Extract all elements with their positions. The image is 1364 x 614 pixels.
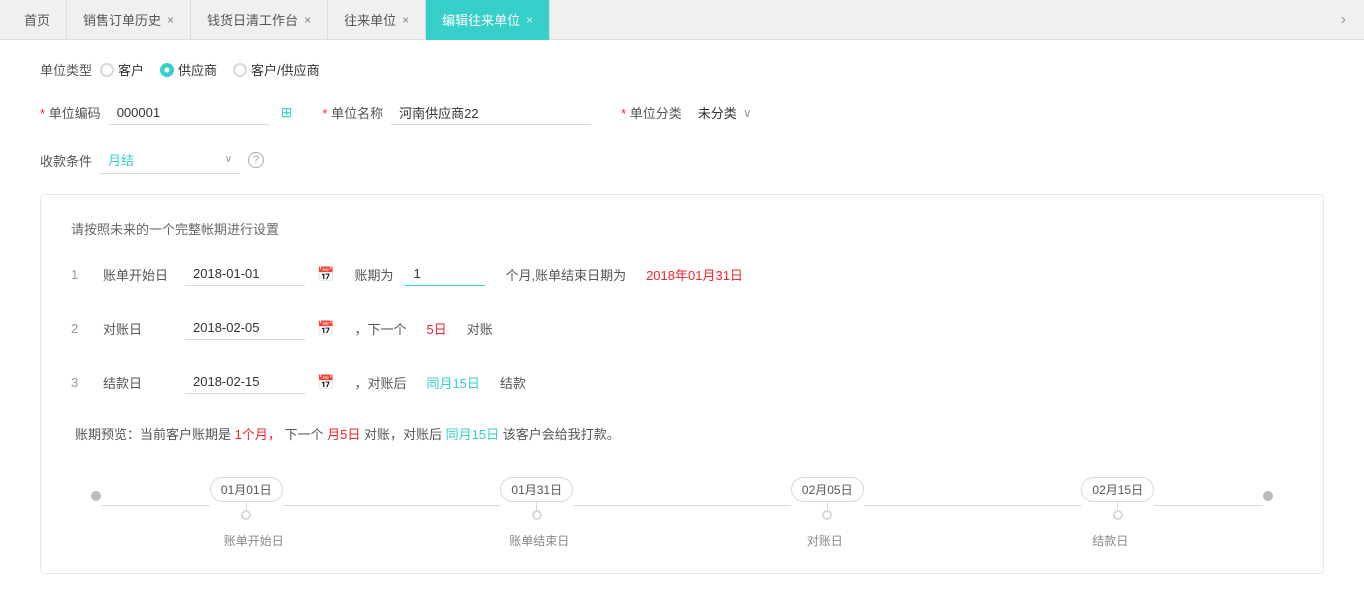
billing-section: 请按照未来的一个完整帐期进行设置 1 账单开始日 📅 账期为 个月,账单结束日期… [40,194,1324,574]
tl-badge-1: 01月01日 [210,477,283,502]
close-cash-work[interactable]: × [304,13,311,27]
tl-start [91,477,101,501]
radio-customer[interactable]: 客户 [100,60,144,79]
tab-bar: 首页 销售订单历史 × 钱货日清工作台 × 往来单位 × 编辑往来单位 × › [0,0,1364,40]
highlight-5th: 5日 [426,319,446,338]
main-content: 单位类型 客户 供应商 客户/供应商 单位编码 ⊞ [0,40,1364,614]
tl-badge-2: 01月31日 [500,477,573,502]
row-num-3: 3 [71,375,91,390]
tl-label-2-text: 账单结束日 [397,532,683,549]
row-desc-suffix-1: 个月,账单结束日期为 [505,265,626,284]
help-icon[interactable]: ? [248,152,264,168]
preview-5th: 月5日 [327,427,360,442]
unit-name-input[interactable] [391,101,591,125]
tl-start-dot [91,491,101,501]
row-label-1: 账单开始日 [103,265,173,284]
unit-type-item: 单位类型 客户 供应商 客户/供应商 [40,60,320,79]
billing-row-3: 3 结款日 📅 ，对账后 同月15日 结款 [71,370,1293,394]
tl-node-1: 01月01日 [210,477,283,520]
calendar-icon-1[interactable]: 📅 [317,266,334,283]
tl-line-2 [283,505,392,506]
category-value: 未分类 [698,103,737,122]
row-label-2: 对账日 [103,319,173,338]
preview-1m: 1个月， [235,427,281,442]
tab-home[interactable]: 首页 [8,0,67,40]
timeline: 01月01日 01月31日 [71,467,1293,526]
tl-label-3-text: 对账日 [682,532,968,549]
tl-badge-4: 02月15日 [1081,477,1154,502]
unit-type-row: 单位类型 客户 供应商 客户/供应商 [40,60,1324,79]
payment-terms-item: 收款条件 月结 ∨ ? [40,146,264,174]
row-label-3: 结款日 [103,373,173,392]
preview-same: 同月15日 [446,427,499,442]
billing-row-2: 2 对账日 📅 ，下一个 5日 对账 [71,316,1293,340]
unit-name-label: 单位名称 [322,103,383,122]
highlight-end-date: 2018年01月31日 [646,265,743,284]
close-contacts[interactable]: × [402,13,409,27]
section-instruction: 请按照未来的一个完整帐期进行设置 [71,219,1293,238]
unit-type-label: 单位类型 [40,60,92,79]
payment-terms-label: 收款条件 [40,151,92,170]
tl-label-1-text: 账单开始日 [111,532,397,549]
tab-contacts[interactable]: 往来单位 × [328,0,426,40]
radio-customer-circle [100,63,114,77]
unit-name-item: 单位名称 [322,101,591,125]
tl-badge-3: 02月05日 [791,477,864,502]
radio-supplier[interactable]: 供应商 [160,60,217,79]
preview-text: 账期预览：当前客户账期是 1个月， 下一个 月5日 对账，对账后 同月15日 该… [71,424,1293,443]
tl-label-4-text: 结款日 [968,532,1254,549]
tl-node4-wrap: 02月15日 [973,477,1264,520]
unit-info-row: 单位编码 ⊞ 单位名称 单位分类 未分类 ∨ [40,99,1324,126]
radio-group: 客户 供应商 客户/供应商 [100,60,320,79]
timeline-labels: 账单开始日 账单结束日 对账日 结款日 [71,532,1293,549]
category-arrow-icon: ∨ [743,106,752,120]
row-desc-reconcile: 对账 [467,319,493,338]
tl-end-dot [1263,491,1273,501]
tab-cash-work[interactable]: 钱货日清工作台 × [191,0,328,40]
close-edit-contact[interactable]: × [526,13,533,27]
tl-node3-wrap: 02月05日 [682,477,973,520]
unit-category-item: 单位分类 未分类 ∨ [621,99,790,126]
unit-category-select[interactable]: 未分类 ∨ [690,99,790,126]
tl-connector-1 [246,502,247,510]
row-num-1: 1 [71,267,91,282]
tl-dot-1 [241,510,251,520]
payment-terms-value: 月结 [108,150,219,169]
radio-both[interactable]: 客户/供应商 [233,60,320,79]
payment-date-input[interactable] [185,370,305,394]
tab-expand-icon[interactable]: › [1331,11,1356,29]
tab-sales-history[interactable]: 销售订单历史 × [67,0,191,40]
tl-line-1 [101,505,210,506]
tl-seg1: 01月01日 [101,477,392,526]
tab-edit-contact[interactable]: 编辑往来单位 × [426,0,550,40]
calendar-icon-2[interactable]: 📅 [317,320,334,337]
tl-node-2: 01月31日 [500,477,573,520]
calendar-icon-3[interactable]: 📅 [317,374,334,391]
start-date-input[interactable] [185,262,305,286]
highlight-15th: 同月15日 [426,373,479,392]
row-desc-2: ，下一个 [354,319,406,338]
unit-category-label: 单位分类 [621,103,682,122]
unit-code-item: 单位编码 ⊞ [40,101,292,125]
tl-node-4: 02月15日 [1081,477,1154,520]
tl-node2-wrap: 01月31日 [392,477,683,520]
unit-code-input[interactable] [109,101,269,125]
copy-icon[interactable]: ⊞ [281,104,293,121]
row-desc-3-suffix: 结款 [500,373,526,392]
billing-row-1: 1 账单开始日 📅 账期为 个月,账单结束日期为 2018年01月31日 [71,262,1293,286]
close-sales-history[interactable]: × [167,13,174,27]
row-num-2: 2 [71,321,91,336]
unit-code-label: 单位编码 [40,103,101,122]
payment-row: 收款条件 月结 ∨ ? [40,146,1324,174]
radio-both-circle [233,63,247,77]
reconcile-date-input[interactable] [185,316,305,340]
payment-terms-arrow-icon: ∨ [225,154,232,165]
tl-end [1263,477,1273,501]
period-input[interactable] [405,262,485,286]
radio-supplier-circle [160,63,174,77]
row-desc-prefix-1: 账期为 [354,265,393,284]
payment-terms-select[interactable]: 月结 ∨ [100,146,240,174]
row-desc-3-prefix: ，对账后 [354,373,406,392]
tl-node-3: 02月05日 [791,477,864,520]
